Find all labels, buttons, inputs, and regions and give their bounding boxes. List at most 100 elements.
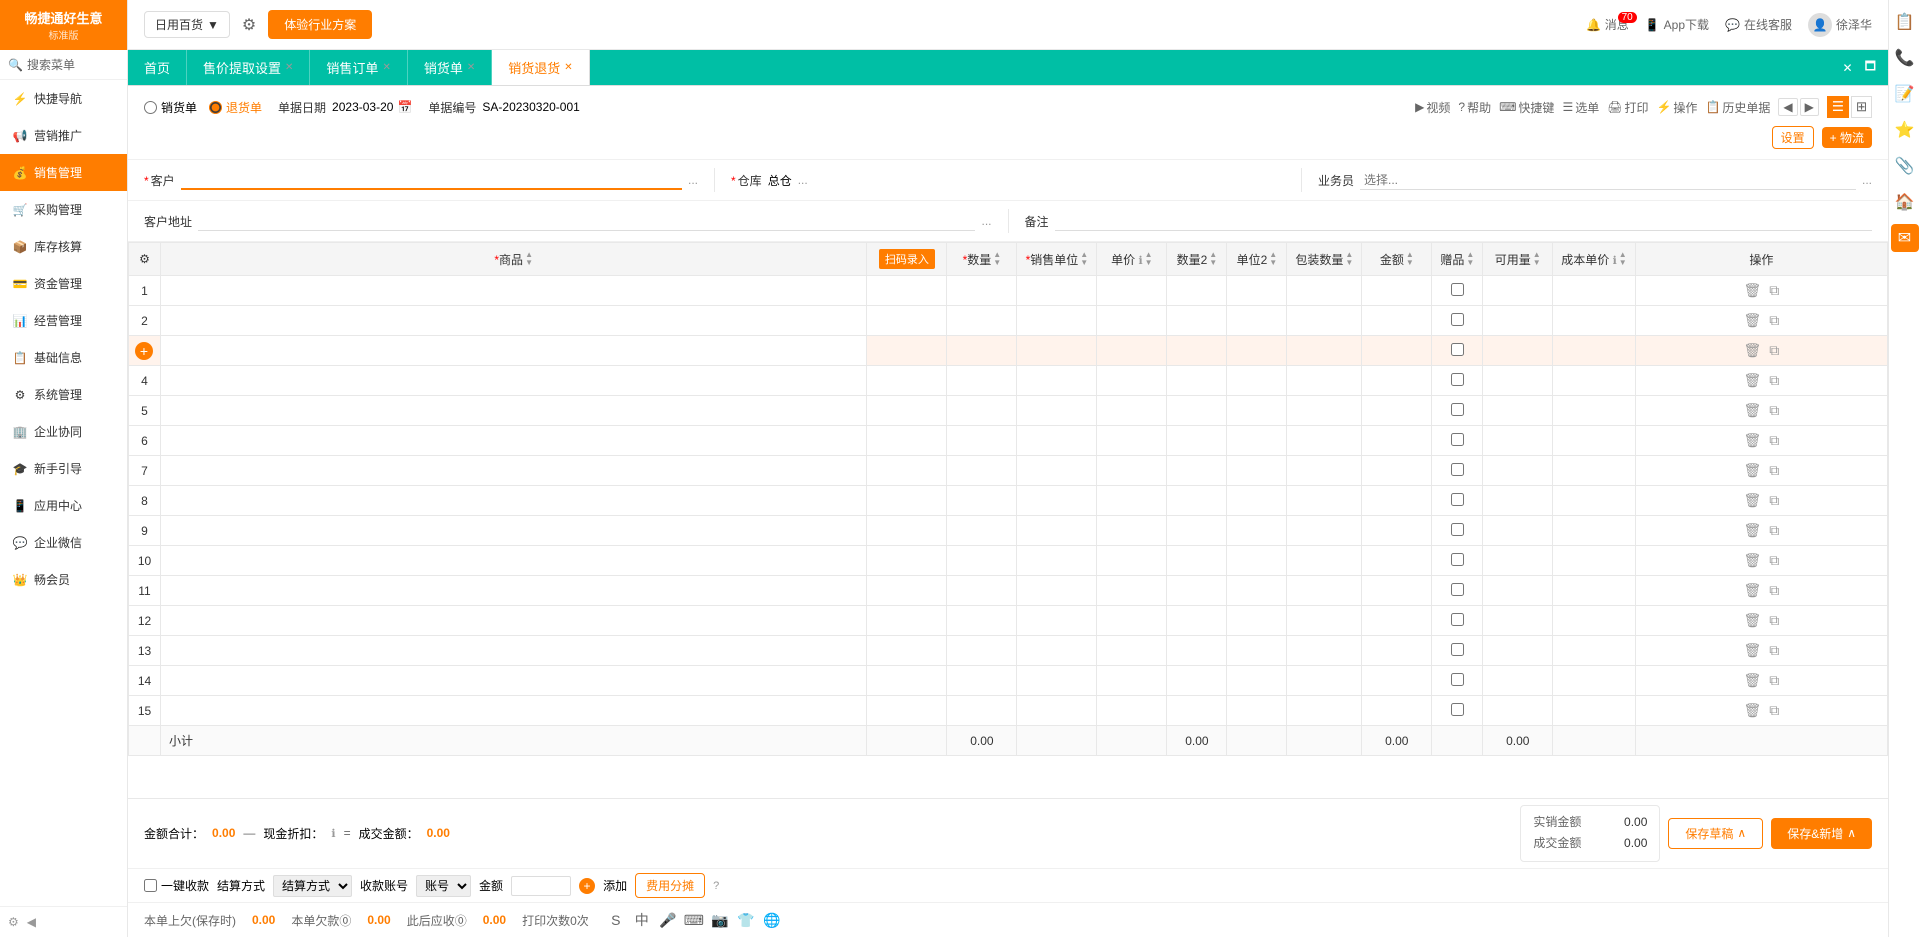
- sales-unit-sort[interactable]: ▲▼: [1080, 251, 1088, 267]
- delete-row-btn[interactable]: 🗑: [1741, 490, 1763, 511]
- save-draft-btn[interactable]: 保存草稿 ∧: [1668, 818, 1763, 849]
- row-sales-unit[interactable]: [1017, 276, 1097, 306]
- row-amount[interactable]: [1362, 276, 1432, 306]
- sidebar-item-finance[interactable]: 💳 资金管理: [0, 265, 127, 302]
- prev-doc-btn[interactable]: ◀: [1778, 98, 1797, 116]
- calendar-icon[interactable]: 📅: [397, 100, 412, 114]
- fee-help-icon[interactable]: ?: [713, 880, 719, 892]
- table-gear-icon[interactable]: ⚙: [139, 252, 150, 266]
- row-add-btn[interactable]: +: [129, 336, 161, 366]
- tab-home[interactable]: 首页: [128, 50, 187, 85]
- taskbar-icon-4[interactable]: ⌨: [683, 909, 705, 931]
- row-gift[interactable]: [1432, 306, 1483, 336]
- add-fee-btn[interactable]: +: [579, 878, 595, 894]
- sidebar-item-app-center[interactable]: 📱 应用中心: [0, 487, 127, 524]
- delete-row-btn[interactable]: 🗑: [1741, 550, 1763, 571]
- cost-price-info[interactable]: ℹ: [1613, 255, 1617, 267]
- help-btn[interactable]: ? 帮助: [1458, 99, 1491, 116]
- row-unit-price[interactable]: [1097, 336, 1167, 366]
- add-row-button[interactable]: +: [135, 342, 153, 360]
- available-sort[interactable]: ▲▼: [1533, 251, 1541, 267]
- delete-row-btn[interactable]: 🗑: [1741, 280, 1763, 301]
- gift-checkbox[interactable]: [1451, 613, 1464, 626]
- save-new-btn[interactable]: 保存&新增 ∧: [1771, 818, 1872, 849]
- sidebar-gear-icon[interactable]: ⚙: [8, 915, 19, 929]
- date-value[interactable]: 2023-03-20: [332, 100, 393, 114]
- gift-checkbox[interactable]: [1451, 403, 1464, 416]
- copy-row-btn[interactable]: ⧉: [1767, 430, 1781, 451]
- gift-checkbox[interactable]: [1451, 673, 1464, 686]
- experience-btn[interactable]: 体验行业方案: [268, 10, 372, 39]
- salesperson-dots[interactable]: ...: [1862, 173, 1872, 187]
- taskbar-icon-5[interactable]: 📷: [709, 909, 731, 931]
- tab-price-extract[interactable]: 售价提取设置 ✕: [187, 50, 310, 85]
- copy-row-btn[interactable]: ⧉: [1767, 370, 1781, 391]
- delete-row-btn[interactable]: 🗑: [1741, 640, 1763, 661]
- row-available[interactable]: [1483, 306, 1553, 336]
- gift-checkbox[interactable]: [1451, 433, 1464, 446]
- right-sidebar-icon-3[interactable]: 📝: [1891, 80, 1919, 108]
- sidebar-item-quick-nav[interactable]: ⚡ 快捷导航: [0, 80, 127, 117]
- row-quantity2[interactable]: [1167, 276, 1227, 306]
- row-quantity[interactable]: [947, 276, 1017, 306]
- radio-return-doc[interactable]: 退货单: [209, 99, 262, 116]
- tab-sales-order[interactable]: 销售订单 ✕: [310, 50, 407, 85]
- address-input[interactable]: [198, 212, 975, 231]
- row-cost-price[interactable]: [1553, 336, 1635, 366]
- row-gift[interactable]: [1432, 276, 1483, 306]
- product-input[interactable]: [167, 344, 860, 358]
- taskbar-icon-2[interactable]: 中: [631, 909, 653, 931]
- row-product[interactable]: [161, 276, 867, 306]
- tab-close-btn[interactable]: ✕: [1839, 57, 1857, 79]
- tab-price-extract-close[interactable]: ✕: [285, 62, 293, 73]
- th-gear[interactable]: ⚙: [129, 243, 161, 276]
- gift-checkbox[interactable]: [1451, 583, 1464, 596]
- customer-input[interactable]: [181, 170, 682, 190]
- sidebar-search[interactable]: 🔍 搜索菜单: [0, 50, 127, 80]
- delete-row-btn[interactable]: 🗑: [1741, 460, 1763, 481]
- gift-checkbox[interactable]: [1451, 493, 1464, 506]
- amount-input[interactable]: [511, 876, 571, 896]
- radio-return-doc-input[interactable]: [209, 101, 222, 114]
- copy-row-btn[interactable]: ⧉: [1767, 700, 1781, 721]
- select-btn[interactable]: ☰ 选单: [1562, 99, 1599, 116]
- sidebar-item-guide[interactable]: 🎓 新手引导: [0, 450, 127, 487]
- quantity2-sort[interactable]: ▲▼: [1209, 251, 1217, 267]
- delete-row-btn[interactable]: 🗑: [1741, 370, 1763, 391]
- gift-sort[interactable]: ▲▼: [1466, 251, 1474, 267]
- row-unit2[interactable]: [1227, 276, 1287, 306]
- grid-view-btn[interactable]: ⊞: [1851, 96, 1872, 118]
- copy-row-btn[interactable]: ⧉: [1767, 280, 1781, 301]
- delete-row-btn[interactable]: 🗑: [1741, 400, 1763, 421]
- row-product[interactable]: [161, 336, 867, 366]
- sidebar-item-enterprise[interactable]: 🏢 企业协同: [0, 413, 127, 450]
- sidebar-item-basic-info[interactable]: 📋 基础信息: [0, 339, 127, 376]
- scan-input-btn[interactable]: 扫码录入: [879, 249, 935, 269]
- app-download-btn[interactable]: 📱 App下载: [1645, 16, 1709, 33]
- package-sort[interactable]: ▲▼: [1345, 251, 1353, 267]
- tab-sales-order-close[interactable]: ✕: [382, 62, 390, 73]
- row-quantity[interactable]: [947, 306, 1017, 336]
- tab-sales-return[interactable]: 销货退货 ✕: [492, 50, 589, 85]
- copy-row-btn[interactable]: ⧉: [1767, 640, 1781, 661]
- price-sort[interactable]: ▲▼: [1145, 251, 1153, 267]
- one-click-payment-input[interactable]: [144, 879, 157, 892]
- gift-checkbox[interactable]: [1451, 523, 1464, 536]
- row-amount[interactable]: [1362, 336, 1432, 366]
- tab-sales-doc-close[interactable]: ✕: [467, 62, 475, 73]
- radio-sales-doc-input[interactable]: [144, 101, 157, 114]
- delete-row-btn[interactable]: 🗑: [1741, 670, 1763, 691]
- logistics-btn[interactable]: + 物流: [1822, 127, 1872, 148]
- header-settings-icon[interactable]: ⚙: [242, 15, 256, 35]
- amount-sort[interactable]: ▲▼: [1406, 251, 1414, 267]
- account-select[interactable]: 账号: [416, 875, 471, 897]
- sidebar-item-marketing[interactable]: 📢 营销推广: [0, 117, 127, 154]
- row-unit-price[interactable]: [1097, 276, 1167, 306]
- sidebar-item-purchase[interactable]: 🛒 采购管理: [0, 191, 127, 228]
- row-quantity2[interactable]: [1167, 336, 1227, 366]
- delete-row-btn[interactable]: 🗑: [1741, 580, 1763, 601]
- row-package-qty[interactable]: [1287, 276, 1362, 306]
- list-view-btn[interactable]: ☰: [1827, 96, 1849, 118]
- row-unit-price[interactable]: [1097, 306, 1167, 336]
- row-cost-price[interactable]: [1553, 276, 1635, 306]
